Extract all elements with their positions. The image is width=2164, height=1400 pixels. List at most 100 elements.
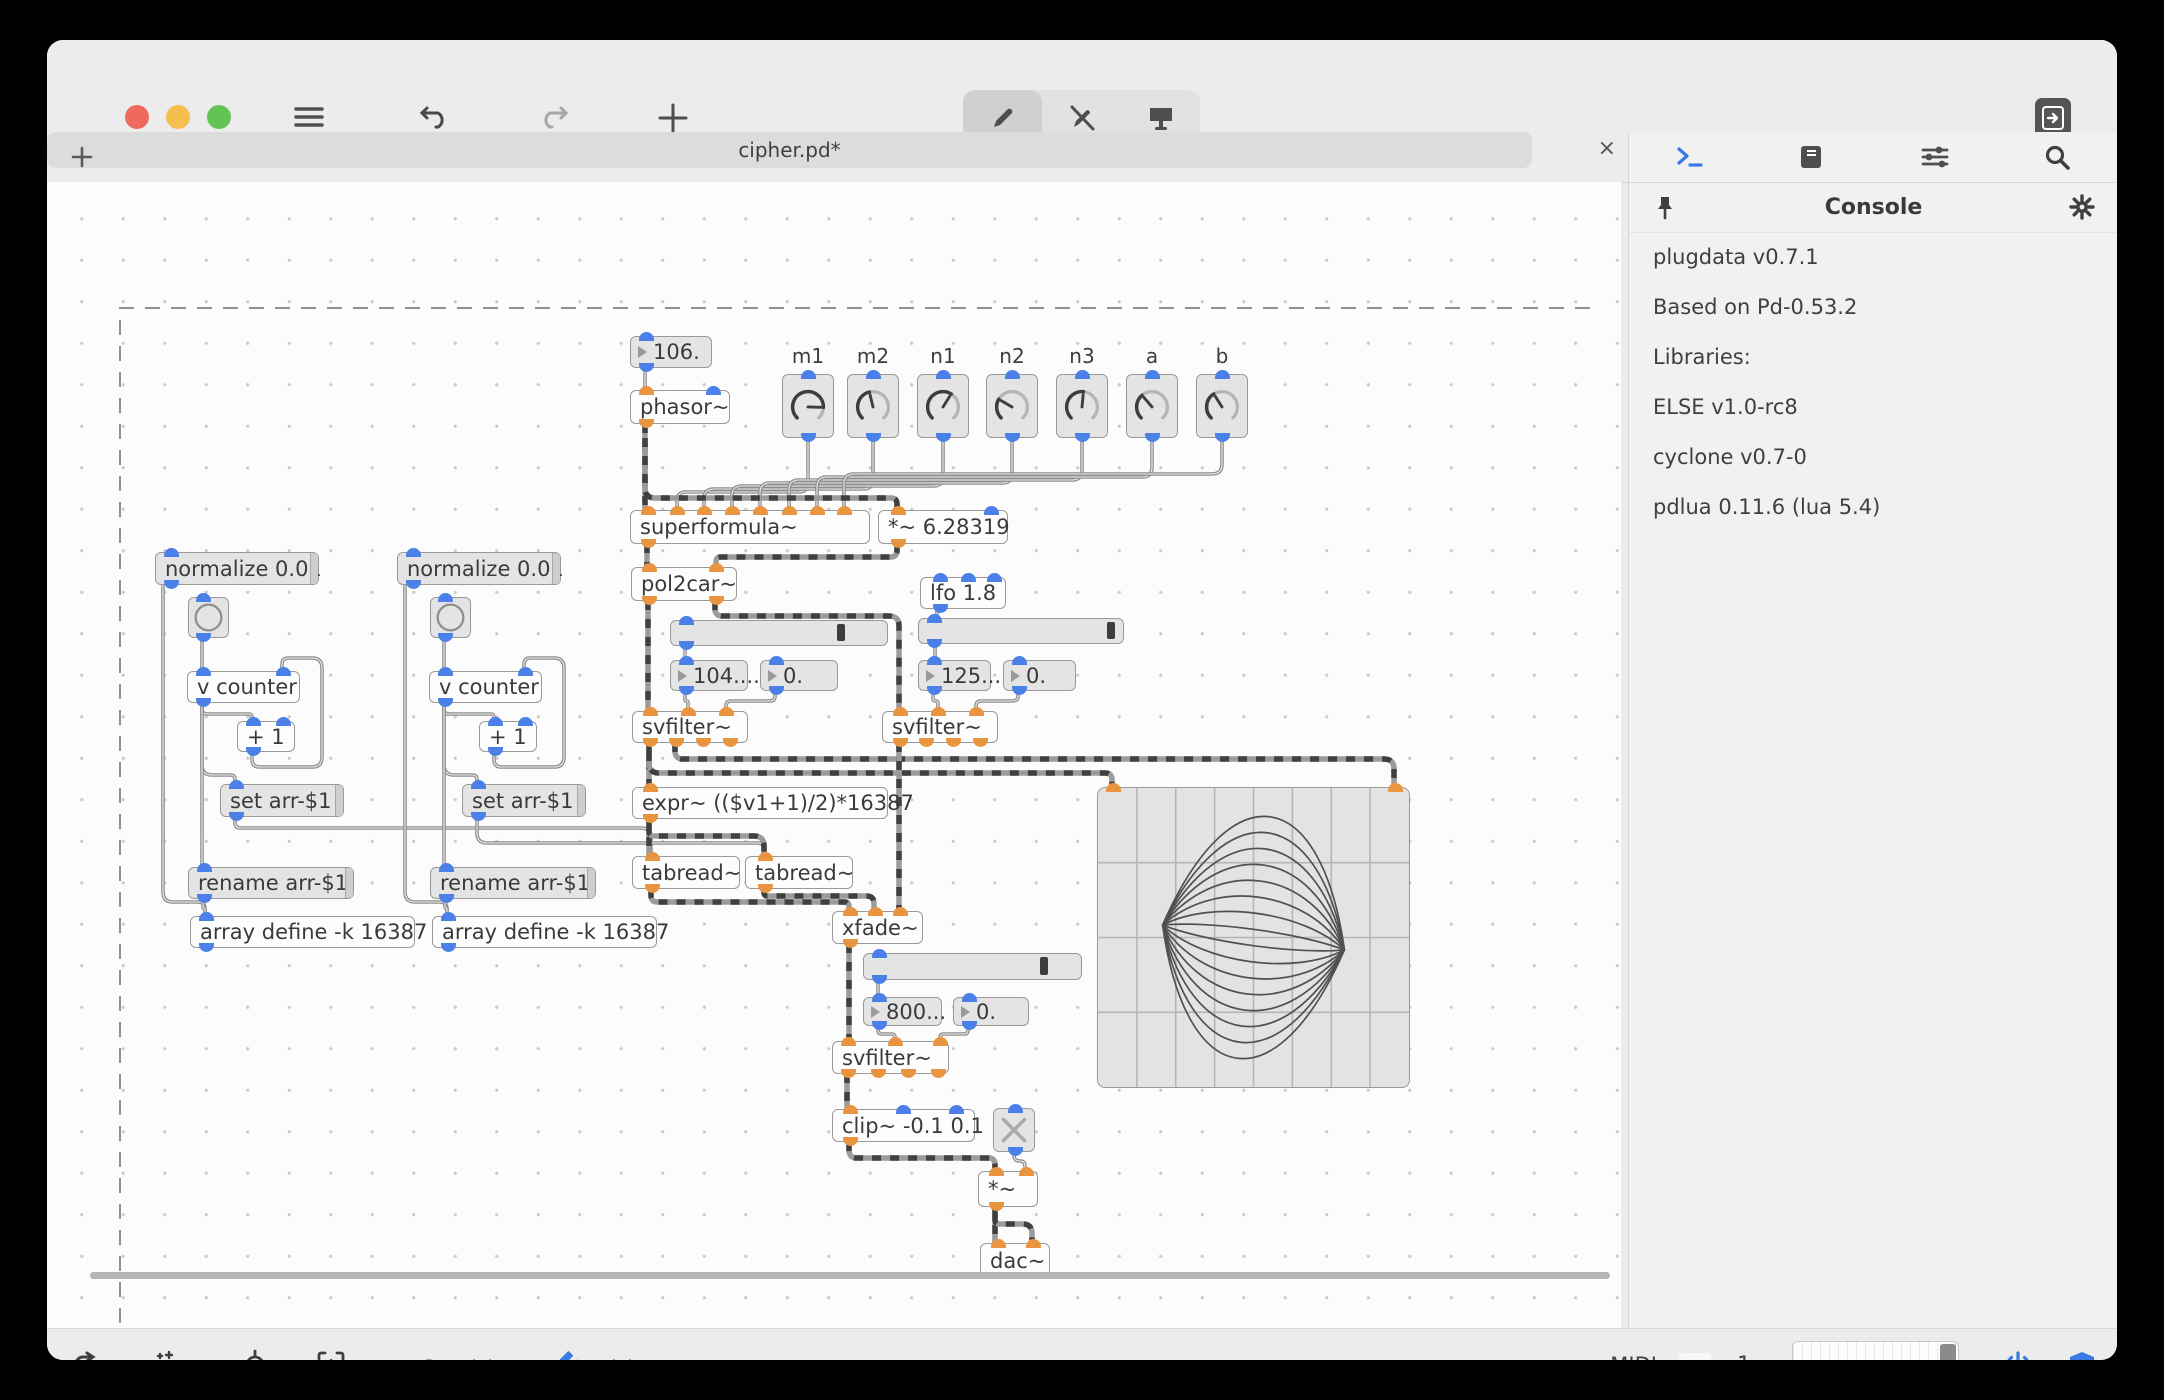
volume-slider[interactable] [1792,1341,1959,1360]
new-object-icon[interactable] [655,100,691,136]
node-rename-arr-1[interactable]: rename arr-$1 [188,863,354,903]
canvas-horizontal-scrollbar[interactable] [90,1272,1610,1279]
number-drag-icon[interactable] [1011,669,1020,682]
node-superformula[interactable]: superformula~ [630,506,870,548]
node-bang-2[interactable] [430,593,471,642]
control-inlet[interactable] [1145,370,1160,379]
node-knob-n2[interactable] [986,370,1038,442]
control-inlet[interactable] [1215,370,1230,379]
node-knob-n1[interactable] [917,370,969,442]
control-inlet[interactable] [987,573,1002,582]
oversampling-selector[interactable]: 1x [1737,1353,1764,1361]
sidebar-tab-console[interactable] [1629,143,1751,171]
control-inlet[interactable] [441,912,456,921]
control-inlet[interactable] [276,717,291,726]
control-inlet[interactable] [199,912,214,921]
signal-inlet[interactable] [681,707,696,716]
number-drag-icon[interactable] [961,1005,970,1018]
signal-inlet[interactable] [643,783,658,792]
signal-inlet[interactable] [643,707,658,716]
control-inlet[interactable] [229,780,244,789]
node-mul[interactable]: *~ [978,1167,1038,1211]
node-svfilter-3[interactable]: svfilter~ [832,1037,949,1078]
control-inlet[interactable] [639,332,654,341]
number-drag-icon[interactable] [678,669,687,682]
signal-inlet[interactable] [642,563,657,572]
node-slider-3[interactable] [863,949,1082,984]
control-inlet[interactable] [1008,1104,1023,1113]
signal-inlet[interactable] [841,1037,856,1046]
node-num-106[interactable]: 106. [630,332,712,372]
node-num-800[interactable]: 800... [863,993,946,1030]
node-normalize-1[interactable]: normalize 0.01 [155,548,322,589]
slider-thumb[interactable] [837,624,846,641]
node-num-0a[interactable]: 0. [760,656,838,695]
node-rename-arr-2[interactable]: rename arr-$1 [430,863,596,903]
node-vcounter-2[interactable]: v counter [429,667,542,707]
control-inlet[interactable] [679,616,694,625]
overlay-dropdown-chevron[interactable] [459,1358,505,1360]
node-mul-628[interactable]: *~ 6.28319 [878,506,1010,548]
control-inlet[interactable] [933,573,948,582]
overlay-visibility-button[interactable] [399,1352,459,1360]
control-inlet[interactable] [196,593,211,602]
sidebar-tab-search[interactable] [1996,143,2117,171]
signal-inlet[interactable] [843,907,858,916]
control-inlet[interactable] [769,656,784,665]
fit-to-view-button[interactable] [293,1349,369,1360]
control-inlet[interactable] [984,506,999,515]
node-bang-1[interactable] [188,593,229,642]
control-inlet[interactable] [706,386,721,395]
node-pol2car[interactable]: pol2car~ [631,563,737,605]
signal-inlet[interactable] [843,1105,858,1114]
number-drag-icon[interactable] [926,669,935,682]
node-knob-m1[interactable] [782,370,834,442]
signal-inlet[interactable] [1019,1167,1034,1176]
control-inlet[interactable] [197,863,212,872]
signal-inlet[interactable] [893,907,908,916]
node-knob-a[interactable] [1126,370,1178,442]
node-knob-b[interactable] [1196,370,1248,442]
control-inlet[interactable] [872,949,887,958]
signal-inlet[interactable] [645,852,660,861]
node-num-104[interactable]: 104.... [670,656,760,695]
control-inlet[interactable] [518,717,533,726]
node-plus1-2[interactable]: + 1 [479,717,537,756]
node-plus1-1[interactable]: + 1 [237,717,295,756]
node-expr[interactable]: expr~ (($v1+1)/2)*16387 [632,783,914,823]
number-drag-icon[interactable] [768,669,777,682]
control-inlet[interactable] [471,780,486,789]
signal-inlet[interactable] [1026,1239,1041,1248]
control-inlet[interactable] [196,667,211,676]
control-inlet[interactable] [438,593,453,602]
minimize-window-button[interactable] [166,105,190,129]
console-settings-button[interactable] [2046,194,2117,220]
control-inlet[interactable] [246,717,261,726]
node-set-arr-1[interactable]: set arr-$1 [220,780,344,821]
control-inlet[interactable] [872,993,887,1002]
node-vcounter-1[interactable]: v counter [187,667,300,707]
tab-cipher[interactable]: cipher.pd* × [47,132,1616,168]
control-inlet[interactable] [1005,370,1020,379]
node-array-define-1[interactable]: array define -k 16387 [190,912,427,952]
node-svfilter-R[interactable]: svfilter~ [882,707,998,747]
control-inlet[interactable] [488,717,503,726]
signal-inlet[interactable] [891,506,906,515]
maximize-window-button[interactable] [207,105,231,129]
control-inlet[interactable] [936,370,951,379]
control-inlet[interactable] [276,667,291,676]
main-menu-icon[interactable] [292,102,326,132]
node-normalize-2[interactable]: normalize 0.01 [397,548,564,589]
control-inlet[interactable] [949,1105,964,1114]
node-array-define-2[interactable]: array define -k 16387 [432,912,669,952]
signal-inlet[interactable] [933,1037,948,1046]
control-inlet[interactable] [1012,656,1027,665]
sidebar-tab-parameters[interactable] [1874,143,1996,171]
new-tab-icon[interactable] [69,144,95,170]
node-num-125[interactable]: 125.... [918,656,1008,695]
signal-inlet[interactable] [639,386,654,395]
signal-inlet[interactable] [641,506,656,515]
signal-inlet[interactable] [969,707,984,716]
signal-inlet[interactable] [868,907,883,916]
node-slider-1[interactable] [670,616,888,650]
